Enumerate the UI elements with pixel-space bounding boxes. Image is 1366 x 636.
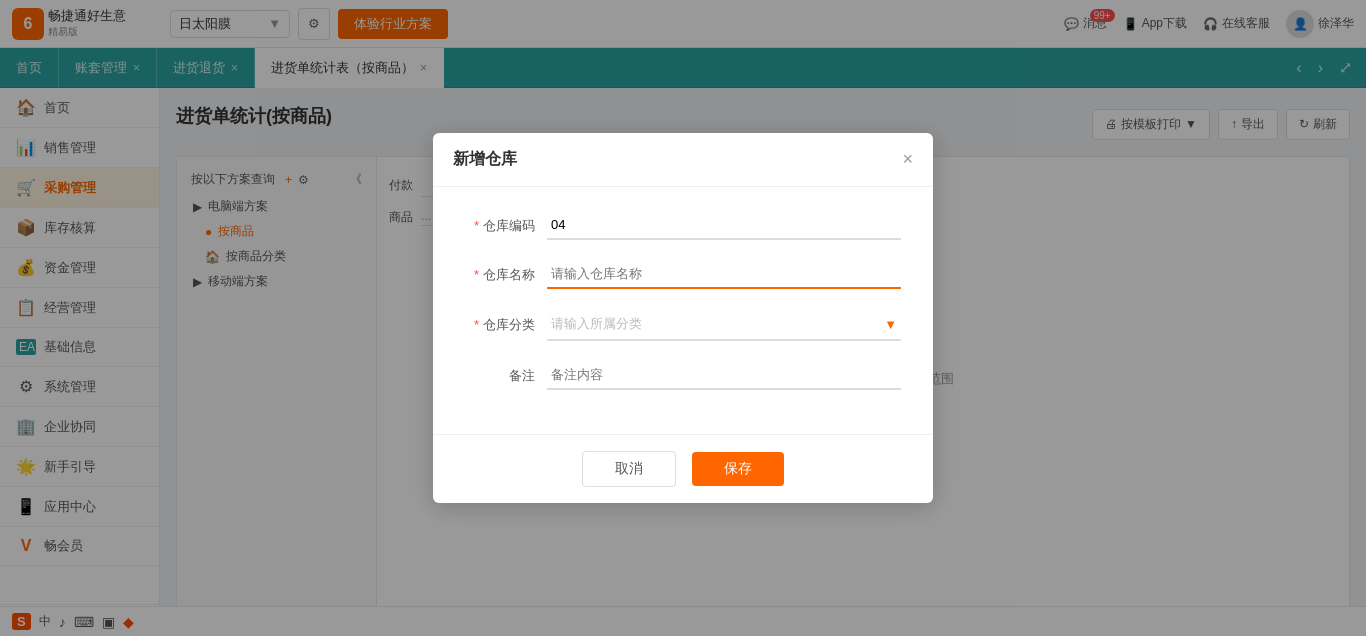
close-icon[interactable]: ×: [902, 149, 913, 170]
warehouse-name-row: *仓库名称: [465, 260, 901, 289]
new-warehouse-modal: 新增仓库 × *仓库编码 *仓库名称 *仓库分类: [433, 133, 933, 503]
cancel-button[interactable]: 取消: [582, 451, 676, 487]
modal-title: 新增仓库: [453, 149, 517, 170]
warehouse-type-select[interactable]: 请输入所属分类 ▼: [547, 309, 901, 341]
warehouse-name-label: *仓库名称: [465, 266, 535, 284]
modal-overlay: 新增仓库 × *仓库编码 *仓库名称 *仓库分类: [0, 0, 1366, 636]
modal-body: *仓库编码 *仓库名称 *仓库分类 请输入所属分类 ▼: [433, 187, 933, 434]
save-button[interactable]: 保存: [692, 452, 784, 486]
warehouse-type-label: *仓库分类: [465, 316, 535, 334]
remark-row: 备注: [465, 361, 901, 390]
warehouse-name-input[interactable]: [547, 260, 901, 289]
warehouse-code-label: *仓库编码: [465, 217, 535, 235]
modal-header: 新增仓库 ×: [433, 133, 933, 187]
warehouse-code-row: *仓库编码: [465, 211, 901, 240]
warehouse-type-row: *仓库分类 请输入所属分类 ▼: [465, 309, 901, 341]
remark-label: 备注: [465, 367, 535, 385]
chevron-down-icon: ▼: [884, 317, 897, 332]
warehouse-code-input[interactable]: [547, 211, 901, 240]
modal-footer: 取消 保存: [433, 434, 933, 503]
remark-input[interactable]: [547, 361, 901, 390]
